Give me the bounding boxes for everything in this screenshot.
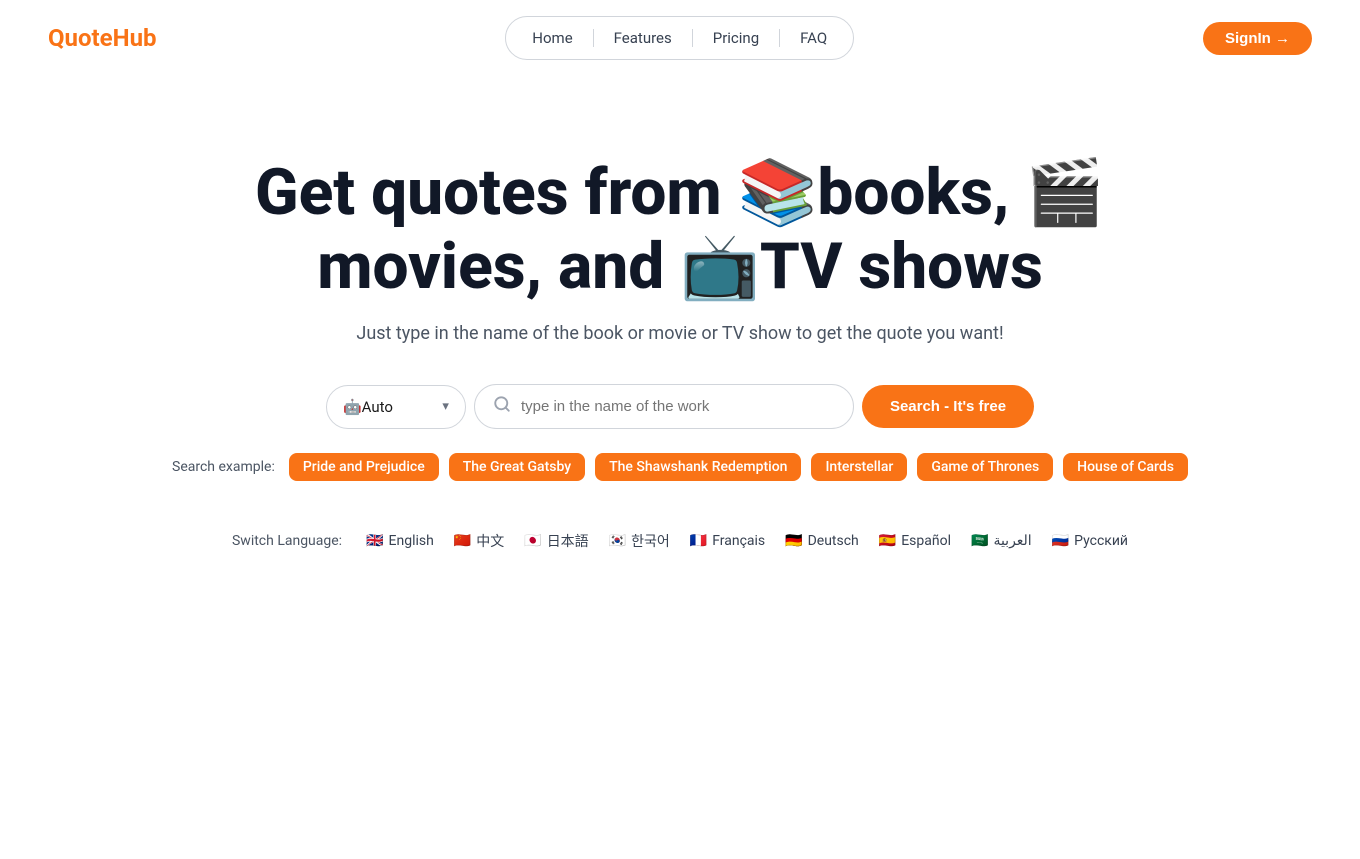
brand-logo[interactable]: QuoteHub <box>48 24 157 52</box>
nav-menu: Home Features Pricing FAQ <box>505 16 854 60</box>
hero-section: Get quotes from 📚books, 🎬movies, and 📺TV… <box>0 76 1360 591</box>
lang-german[interactable]: 🇩🇪 Deutsch <box>785 533 859 549</box>
nav-divider-2 <box>692 29 693 47</box>
nav-item-pricing[interactable]: Pricing <box>695 23 777 53</box>
chevron-down-icon: ▾ <box>442 399 449 414</box>
hero-subtitle: Just type in the name of the book or mov… <box>356 323 1003 344</box>
nav-item-features[interactable]: Features <box>596 23 690 53</box>
lang-french[interactable]: 🇫🇷 Français <box>690 533 765 549</box>
language-switcher-label: Switch Language: <box>232 533 342 549</box>
flag-russian: 🇷🇺 <box>1052 533 1069 549</box>
navbar: QuoteHub Home Features Pricing FAQ SignI… <box>0 0 1360 76</box>
search-example-label: Search example: <box>172 459 275 475</box>
flag-arabic: 🇸🇦 <box>971 533 988 549</box>
search-icon <box>493 395 511 418</box>
nav-item-faq[interactable]: FAQ <box>782 23 845 53</box>
lang-spanish[interactable]: 🇪🇸 Español <box>879 533 951 549</box>
nav-divider-3 <box>779 29 780 47</box>
example-tag-0[interactable]: Pride and Prejudice <box>289 453 439 481</box>
flag-french: 🇫🇷 <box>690 533 707 549</box>
example-tag-1[interactable]: The Great Gatsby <box>449 453 585 481</box>
lang-russian[interactable]: 🇷🇺 Русский <box>1052 533 1128 549</box>
lang-korean[interactable]: 🇰🇷 한국어 <box>609 531 670 551</box>
search-input-wrap <box>474 384 854 429</box>
search-button[interactable]: Search - It's free <box>862 385 1034 428</box>
language-dropdown[interactable]: 🤖Auto ▾ <box>326 385 466 429</box>
example-tag-4[interactable]: Game of Thrones <box>917 453 1053 481</box>
flag-english: 🇬🇧 <box>366 533 383 549</box>
example-tag-3[interactable]: Interstellar <box>811 453 907 481</box>
auto-label: 🤖Auto <box>343 398 393 416</box>
hero-title: Get quotes from 📚books, 🎬movies, and 📺TV… <box>230 156 1130 303</box>
search-input[interactable] <box>521 398 835 415</box>
flag-korean: 🇰🇷 <box>609 533 626 549</box>
lang-chinese[interactable]: 🇨🇳 中文 <box>454 531 504 551</box>
nav-divider-1 <box>593 29 594 47</box>
example-tag-2[interactable]: The Shawshank Redemption <box>595 453 801 481</box>
lang-japanese[interactable]: 🇯🇵 日本語 <box>524 531 588 551</box>
flag-german: 🇩🇪 <box>785 533 802 549</box>
flag-spanish: 🇪🇸 <box>879 533 896 549</box>
language-switcher: Switch Language: 🇬🇧 English 🇨🇳 中文 🇯🇵 日本語… <box>232 531 1128 551</box>
lang-english[interactable]: 🇬🇧 English <box>366 533 434 549</box>
search-examples: Search example: Pride and Prejudice The … <box>172 453 1188 481</box>
flag-japanese: 🇯🇵 <box>524 533 541 549</box>
nav-item-home[interactable]: Home <box>514 23 590 53</box>
signin-button[interactable]: SignIn → <box>1203 22 1312 55</box>
example-tag-5[interactable]: House of Cards <box>1063 453 1188 481</box>
search-row: 🤖Auto ▾ Search - It's free <box>326 384 1034 429</box>
lang-arabic[interactable]: 🇸🇦 العربية <box>971 533 1032 549</box>
flag-chinese: 🇨🇳 <box>454 533 471 549</box>
